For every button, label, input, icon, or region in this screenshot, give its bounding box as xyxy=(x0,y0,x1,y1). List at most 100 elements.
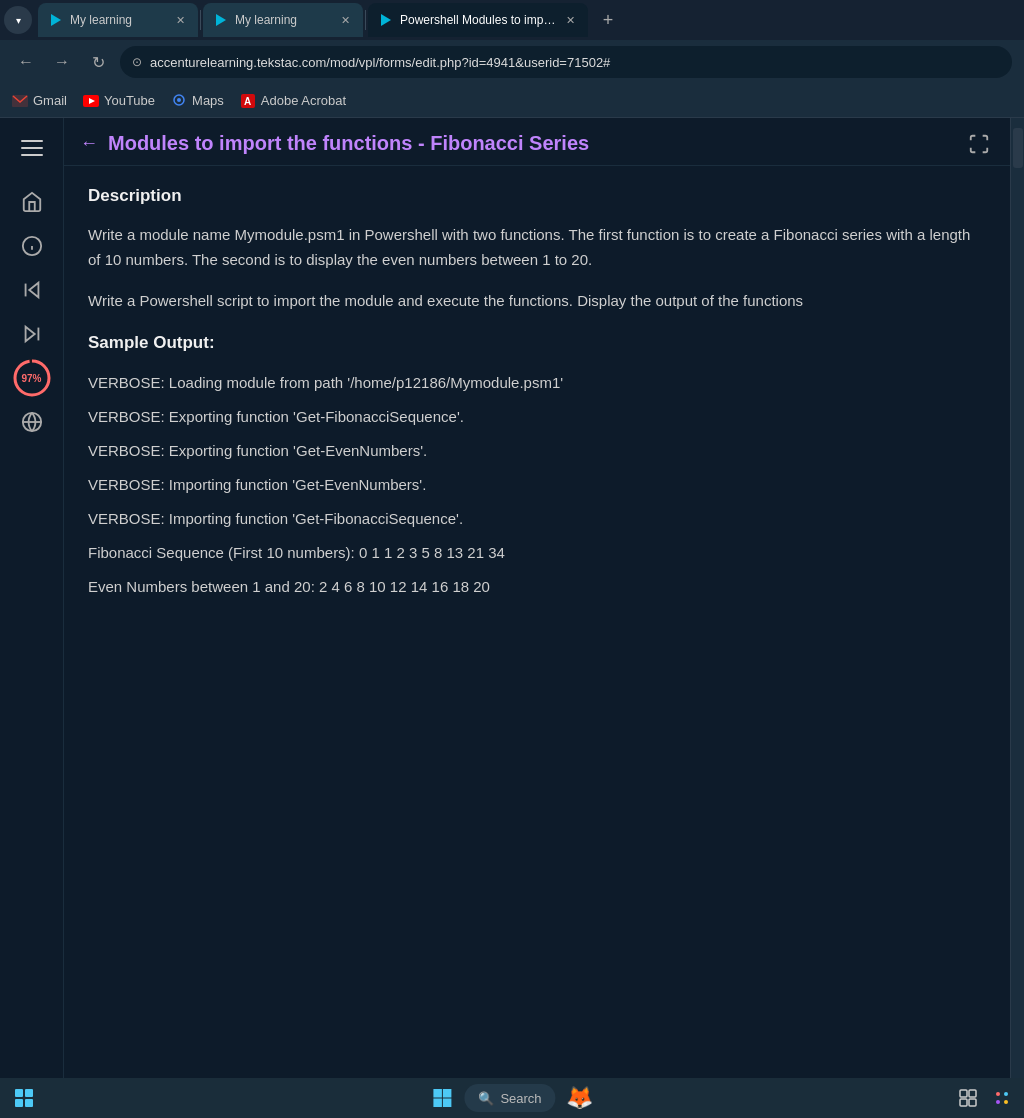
taskbar-search-text: Search xyxy=(500,1091,541,1106)
new-tab-btn[interactable]: + xyxy=(594,6,622,34)
taskbar-windows-btn[interactable] xyxy=(428,1084,456,1112)
output-line-4: VERBOSE: Importing function 'Get-EvenNum… xyxy=(88,473,986,497)
windows-logo xyxy=(15,1089,33,1107)
progress-circle[interactable]: 97% xyxy=(12,358,52,398)
sidebar-skip-forward-icon[interactable] xyxy=(12,314,52,354)
maps-icon xyxy=(171,93,187,109)
svg-marker-2 xyxy=(381,14,391,26)
svg-marker-0 xyxy=(51,14,61,26)
svg-marker-15 xyxy=(25,327,34,342)
gmail-icon xyxy=(12,93,28,109)
sidebar-skip-back-icon[interactable] xyxy=(12,270,52,310)
description-text-1: Write a module name Mymodule.psm1 in Pow… xyxy=(88,223,986,273)
back-btn[interactable]: ← xyxy=(12,48,40,76)
bookmark-gmail[interactable]: Gmail xyxy=(12,93,67,109)
start-btn[interactable] xyxy=(8,1082,40,1114)
reload-btn[interactable]: ↻ xyxy=(84,48,112,76)
tab-1-close[interactable]: ✕ xyxy=(172,12,188,28)
svg-rect-25 xyxy=(960,1090,967,1097)
sidebar: 97% xyxy=(0,118,64,1078)
address-bar: ← → ↻ ⊙ accenturelearning.tekstac.com/mo… xyxy=(0,40,1024,84)
page-title: Modules to import the functions - Fibona… xyxy=(108,132,958,155)
description-label: Description xyxy=(88,182,986,209)
taskbar-search-bar[interactable]: 🔍 Search xyxy=(464,1084,555,1112)
taskbar-task-view[interactable] xyxy=(954,1084,982,1112)
tab-bar: ▾ My learning ✕ My learning ✕ Powershell… xyxy=(0,0,1024,40)
hamburger-line-3 xyxy=(21,154,43,156)
svg-marker-13 xyxy=(29,283,38,298)
sidebar-globe-icon[interactable] xyxy=(12,402,52,442)
tab-2-title: My learning xyxy=(235,13,331,27)
tab-1[interactable]: My learning ✕ xyxy=(38,3,198,37)
tab-1-favicon xyxy=(48,12,64,28)
content-header: ← Modules to import the functions - Fibo… xyxy=(64,118,1010,166)
taskbar-search-icon: 🔍 xyxy=(478,1091,494,1106)
svg-point-7 xyxy=(177,98,181,102)
bookmark-youtube[interactable]: YouTube xyxy=(83,93,155,109)
hamburger-menu[interactable] xyxy=(12,128,52,168)
taskbar-center: 🔍 Search 🦊 xyxy=(428,1084,595,1112)
tab-2-favicon xyxy=(213,12,229,28)
svg-rect-26 xyxy=(969,1090,976,1097)
content-body: Description Write a module name Mymodule… xyxy=(64,166,1010,625)
bookmark-gmail-label: Gmail xyxy=(33,93,67,108)
taskbar-right xyxy=(954,1084,1016,1112)
acrobat-icon: A xyxy=(240,93,256,109)
taskbar-fox-icon: 🦊 xyxy=(564,1084,596,1112)
tab-3-favicon xyxy=(378,12,394,28)
output-line-1: VERBOSE: Loading module from path '/home… xyxy=(88,371,986,395)
url-text: accenturelearning.tekstac.com/mod/vpl/fo… xyxy=(150,55,610,70)
svg-rect-27 xyxy=(960,1099,967,1106)
svg-rect-21 xyxy=(433,1089,442,1098)
bookmark-youtube-label: YouTube xyxy=(104,93,155,108)
svg-rect-28 xyxy=(969,1099,976,1106)
youtube-icon xyxy=(83,93,99,109)
bookmarks-bar: Gmail YouTube Maps A Adobe Acrobat xyxy=(0,84,1024,118)
bookmark-maps[interactable]: Maps xyxy=(171,93,224,109)
output-line-2: VERBOSE: Exporting function 'Get-Fibonac… xyxy=(88,405,986,429)
description-text-2: Write a Powershell script to import the … xyxy=(88,289,986,314)
tab-3-close[interactable]: ✕ xyxy=(562,12,578,28)
forward-btn[interactable]: → xyxy=(48,48,76,76)
taskbar-palette-icon[interactable] xyxy=(988,1084,1016,1112)
bookmark-acrobat-label: Adobe Acrobat xyxy=(261,93,346,108)
url-bar[interactable]: ⊙ accenturelearning.tekstac.com/mod/vpl/… xyxy=(120,46,1012,78)
svg-text:A: A xyxy=(244,96,251,107)
fullscreen-btn[interactable] xyxy=(968,133,990,155)
output-line-5: VERBOSE: Importing function 'Get-Fibonac… xyxy=(88,507,986,531)
svg-point-29 xyxy=(996,1092,1000,1096)
output-line-3: VERBOSE: Exporting function 'Get-EvenNum… xyxy=(88,439,986,463)
tab-3-title: Powershell Modules to import f... xyxy=(400,13,556,27)
svg-point-31 xyxy=(996,1100,1000,1104)
output-line-7: Even Numbers between 1 and 20: 2 4 6 8 1… xyxy=(88,575,986,599)
hamburger-line-1 xyxy=(21,140,43,142)
tab-3[interactable]: Powershell Modules to import f... ✕ xyxy=(368,3,588,37)
page-content: 97% ← Modules to import the functions - … xyxy=(0,118,1024,1078)
back-arrow-btn[interactable]: ← xyxy=(80,133,98,154)
bookmark-acrobat[interactable]: A Adobe Acrobat xyxy=(240,93,346,109)
taskbar: 🔍 Search 🦊 xyxy=(0,1078,1024,1118)
sample-output-label: Sample Output: xyxy=(88,329,986,356)
svg-rect-22 xyxy=(443,1089,452,1098)
right-panel-handle[interactable] xyxy=(1013,128,1023,168)
sidebar-info-icon[interactable] xyxy=(12,226,52,266)
tab-1-title: My learning xyxy=(70,13,166,27)
tab-separator-2 xyxy=(365,10,366,30)
svg-point-30 xyxy=(1004,1092,1008,1096)
tab-dropdown-btn[interactable]: ▾ xyxy=(4,6,32,34)
tab-2-close[interactable]: ✕ xyxy=(337,12,353,28)
progress-text: 97% xyxy=(21,373,41,384)
bookmark-maps-label: Maps xyxy=(192,93,224,108)
svg-rect-24 xyxy=(443,1099,452,1108)
main-content: ← Modules to import the functions - Fibo… xyxy=(64,118,1010,1078)
tab-separator-1 xyxy=(200,10,201,30)
right-panel xyxy=(1010,118,1024,1078)
tab-2[interactable]: My learning ✕ xyxy=(203,3,363,37)
svg-point-32 xyxy=(1004,1100,1008,1104)
output-line-6: Fibonacci Sequence (First 10 numbers): 0… xyxy=(88,541,986,565)
hamburger-line-2 xyxy=(21,147,43,149)
svg-rect-23 xyxy=(433,1099,442,1108)
sidebar-home-icon[interactable] xyxy=(12,182,52,222)
svg-marker-1 xyxy=(216,14,226,26)
security-icon: ⊙ xyxy=(132,55,142,69)
